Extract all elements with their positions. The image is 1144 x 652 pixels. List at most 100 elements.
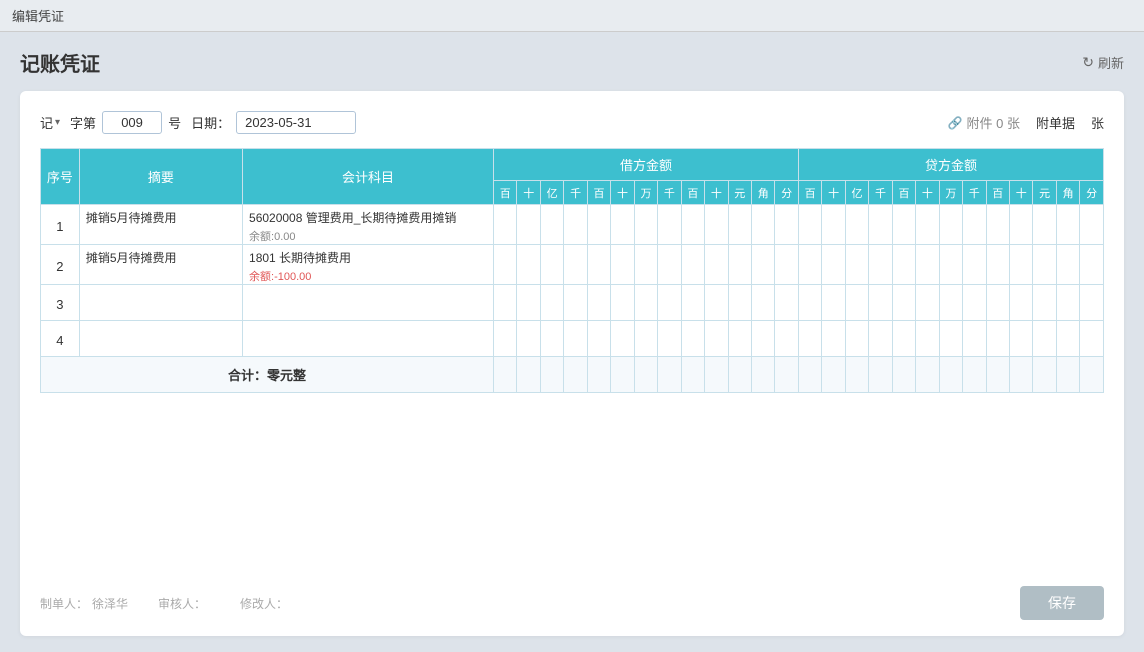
credit-digit-cell[interactable] bbox=[869, 321, 892, 357]
debit-digit-cell[interactable] bbox=[681, 205, 704, 245]
credit-digit-cell[interactable] bbox=[892, 285, 915, 321]
summary-cell[interactable]: 摊销5月待摊费用 bbox=[79, 205, 242, 245]
credit-digit-cell[interactable] bbox=[1056, 285, 1079, 321]
type-dropdown[interactable]: 记 ▾ bbox=[40, 113, 60, 132]
credit-digit-cell[interactable] bbox=[822, 205, 845, 245]
credit-digit-cell[interactable] bbox=[916, 321, 939, 357]
summary-cell[interactable]: 摊销5月待摊费用 bbox=[79, 245, 242, 285]
credit-digit-cell[interactable] bbox=[1033, 245, 1056, 285]
debit-digit-cell[interactable] bbox=[494, 285, 517, 321]
debit-digit-cell[interactable] bbox=[681, 285, 704, 321]
account-cell[interactable]: 56020008 管理费用_长期待摊费用摊销余额:0.00 bbox=[243, 205, 494, 245]
debit-digit-cell[interactable] bbox=[587, 285, 610, 321]
debit-digit-cell[interactable] bbox=[752, 285, 775, 321]
credit-digit-cell[interactable] bbox=[798, 321, 821, 357]
debit-digit-cell[interactable] bbox=[494, 245, 517, 285]
debit-digit-cell[interactable] bbox=[634, 321, 657, 357]
credit-digit-cell[interactable] bbox=[1009, 205, 1032, 245]
credit-digit-cell[interactable] bbox=[1033, 285, 1056, 321]
attach-link[interactable]: 🔗 附件 0 张 bbox=[948, 113, 1020, 132]
credit-digit-cell[interactable] bbox=[1009, 245, 1032, 285]
credit-digit-cell[interactable] bbox=[963, 205, 986, 245]
debit-digit-cell[interactable] bbox=[564, 205, 587, 245]
credit-digit-cell[interactable] bbox=[892, 321, 915, 357]
save-button[interactable]: 保存 bbox=[1020, 586, 1104, 620]
debit-digit-cell[interactable] bbox=[564, 245, 587, 285]
debit-digit-cell[interactable] bbox=[587, 321, 610, 357]
debit-digit-cell[interactable] bbox=[540, 285, 563, 321]
account-cell[interactable] bbox=[243, 321, 494, 357]
debit-digit-cell[interactable] bbox=[728, 245, 751, 285]
credit-digit-cell[interactable] bbox=[869, 245, 892, 285]
debit-digit-cell[interactable] bbox=[658, 321, 681, 357]
debit-digit-cell[interactable] bbox=[611, 205, 634, 245]
debit-digit-cell[interactable] bbox=[517, 245, 540, 285]
account-cell[interactable] bbox=[243, 285, 494, 321]
attach-btn[interactable]: 附单据 bbox=[1036, 113, 1075, 132]
debit-digit-cell[interactable] bbox=[705, 205, 728, 245]
debit-digit-cell[interactable] bbox=[728, 321, 751, 357]
credit-digit-cell[interactable] bbox=[986, 205, 1009, 245]
debit-digit-cell[interactable] bbox=[775, 245, 798, 285]
debit-digit-cell[interactable] bbox=[611, 285, 634, 321]
debit-digit-cell[interactable] bbox=[517, 205, 540, 245]
debit-digit-cell[interactable] bbox=[705, 321, 728, 357]
credit-digit-cell[interactable] bbox=[822, 321, 845, 357]
debit-digit-cell[interactable] bbox=[775, 321, 798, 357]
debit-digit-cell[interactable] bbox=[634, 285, 657, 321]
debit-digit-cell[interactable] bbox=[705, 285, 728, 321]
debit-digit-cell[interactable] bbox=[752, 205, 775, 245]
credit-digit-cell[interactable] bbox=[1056, 245, 1079, 285]
debit-digit-cell[interactable] bbox=[564, 285, 587, 321]
refresh-button[interactable]: ↻ 刷新 bbox=[1082, 53, 1124, 72]
credit-digit-cell[interactable] bbox=[845, 245, 868, 285]
debit-digit-cell[interactable] bbox=[658, 285, 681, 321]
debit-digit-cell[interactable] bbox=[658, 205, 681, 245]
debit-digit-cell[interactable] bbox=[728, 205, 751, 245]
debit-digit-cell[interactable] bbox=[540, 245, 563, 285]
credit-digit-cell[interactable] bbox=[845, 321, 868, 357]
credit-digit-cell[interactable] bbox=[1056, 205, 1079, 245]
debit-digit-cell[interactable] bbox=[681, 245, 704, 285]
credit-digit-cell[interactable] bbox=[963, 245, 986, 285]
debit-digit-cell[interactable] bbox=[540, 205, 563, 245]
debit-digit-cell[interactable] bbox=[587, 245, 610, 285]
credit-digit-cell[interactable] bbox=[845, 205, 868, 245]
debit-digit-cell[interactable] bbox=[752, 245, 775, 285]
debit-digit-cell[interactable] bbox=[517, 321, 540, 357]
credit-digit-cell[interactable] bbox=[1033, 205, 1056, 245]
debit-digit-cell[interactable] bbox=[517, 285, 540, 321]
debit-digit-cell[interactable] bbox=[681, 321, 704, 357]
debit-digit-cell[interactable] bbox=[494, 205, 517, 245]
summary-cell[interactable] bbox=[79, 321, 242, 357]
debit-digit-cell[interactable] bbox=[634, 245, 657, 285]
credit-digit-cell[interactable] bbox=[963, 321, 986, 357]
credit-digit-cell[interactable] bbox=[822, 245, 845, 285]
credit-digit-cell[interactable] bbox=[963, 285, 986, 321]
credit-digit-cell[interactable] bbox=[1056, 321, 1079, 357]
debit-digit-cell[interactable] bbox=[728, 285, 751, 321]
debit-digit-cell[interactable] bbox=[564, 321, 587, 357]
credit-digit-cell[interactable] bbox=[986, 285, 1009, 321]
credit-digit-cell[interactable] bbox=[1080, 321, 1104, 357]
account-cell[interactable]: 1801 长期待摊费用余额:-100.00 bbox=[243, 245, 494, 285]
number-input[interactable] bbox=[102, 111, 162, 134]
credit-digit-cell[interactable] bbox=[939, 205, 962, 245]
credit-digit-cell[interactable] bbox=[869, 205, 892, 245]
debit-digit-cell[interactable] bbox=[634, 205, 657, 245]
credit-digit-cell[interactable] bbox=[986, 245, 1009, 285]
date-input[interactable] bbox=[236, 111, 356, 134]
debit-digit-cell[interactable] bbox=[705, 245, 728, 285]
debit-digit-cell[interactable] bbox=[540, 321, 563, 357]
debit-digit-cell[interactable] bbox=[775, 205, 798, 245]
credit-digit-cell[interactable] bbox=[916, 245, 939, 285]
credit-digit-cell[interactable] bbox=[892, 205, 915, 245]
credit-digit-cell[interactable] bbox=[798, 205, 821, 245]
credit-digit-cell[interactable] bbox=[1009, 285, 1032, 321]
credit-digit-cell[interactable] bbox=[798, 245, 821, 285]
credit-digit-cell[interactable] bbox=[916, 285, 939, 321]
debit-digit-cell[interactable] bbox=[658, 245, 681, 285]
debit-digit-cell[interactable] bbox=[611, 245, 634, 285]
credit-digit-cell[interactable] bbox=[1080, 285, 1104, 321]
credit-digit-cell[interactable] bbox=[1033, 321, 1056, 357]
